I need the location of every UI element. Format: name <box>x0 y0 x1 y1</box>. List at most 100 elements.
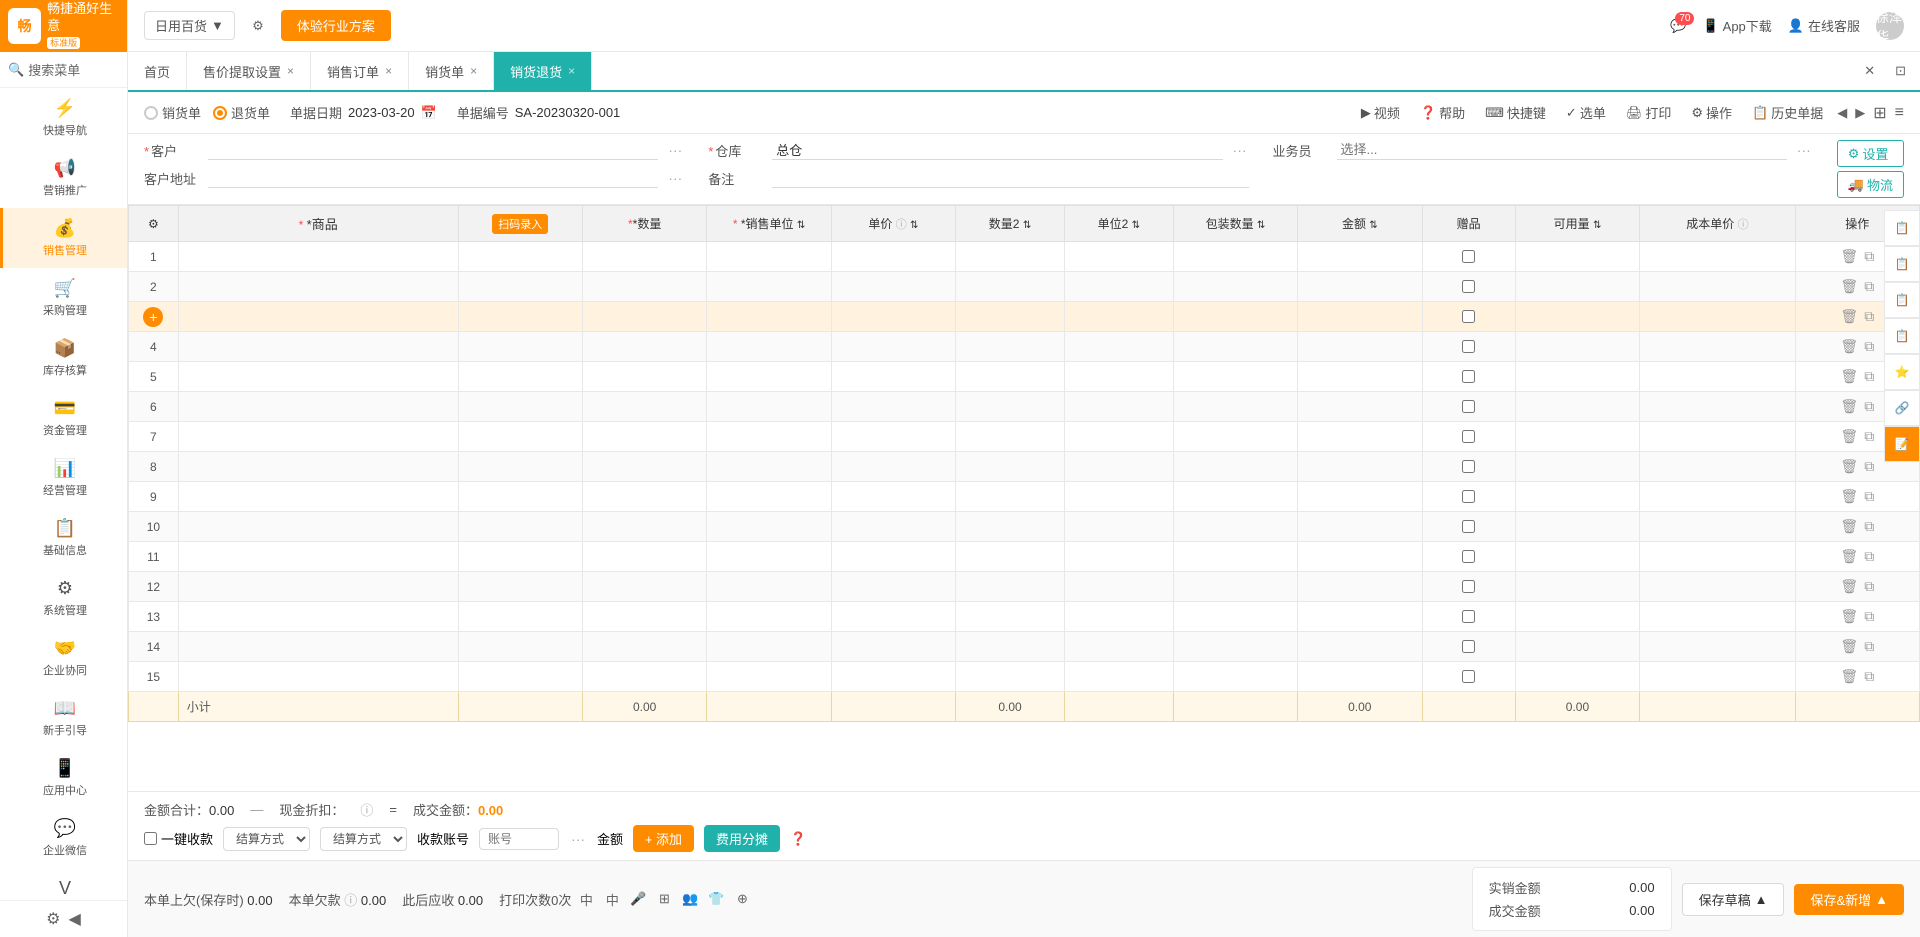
sidebar-item-app[interactable]: 📱 应用中心 <box>0 748 127 808</box>
copy-row-2[interactable]: ⧉ <box>1864 278 1874 295</box>
tab-return[interactable]: 销货退货 × <box>494 52 592 90</box>
calc-method-select[interactable]: 结算方式 <box>320 827 407 851</box>
sidebar-item-shortcut[interactable]: ⚡ 快捷导航 <box>0 88 127 148</box>
sidebar-item-sales[interactable]: 💰 销售管理 <box>0 208 127 268</box>
copy-icon[interactable]: ⧉ <box>1864 638 1874 655</box>
del-icon[interactable]: 🗑 <box>1840 668 1858 685</box>
qty-cell-2[interactable] <box>582 272 706 302</box>
next-record-btn[interactable]: ▶ <box>1855 105 1865 121</box>
sidebar-item-wechat[interactable]: 💬 企业微信 <box>0 808 127 868</box>
cost-cell-2[interactable] <box>1640 272 1795 302</box>
settings-icon[interactable]: ⚙ <box>46 909 60 929</box>
app-download-btn[interactable]: 📱 App下载 <box>1702 16 1771 35</box>
add-payment-btn[interactable]: + 添加 <box>633 825 694 852</box>
tab-sales-order[interactable]: 销售订单 × <box>311 52 409 90</box>
warehouse-select-btn[interactable]: ··· <box>1231 142 1249 158</box>
price-cell-2[interactable] <box>831 272 955 302</box>
discount-info[interactable]: ⓘ <box>360 800 373 819</box>
customer-select-btn[interactable]: ··· <box>666 142 684 158</box>
search-menu[interactable]: 🔍 搜索菜单 <box>0 52 127 88</box>
sidebar-item-promotion[interactable]: 📢 营销推广 <box>0 148 127 208</box>
copy-icon[interactable]: ⧉ <box>1864 338 1874 355</box>
bottom-icon-2[interactable]: 中 <box>601 888 623 910</box>
sidebar-item-operations[interactable]: 📊 经营管理 <box>0 448 127 508</box>
maximize-tab-btn[interactable]: ⊡ <box>1889 61 1912 81</box>
product-cell-1[interactable] <box>178 242 458 272</box>
copy-icon[interactable]: ⧉ <box>1864 368 1874 385</box>
gift-cb[interactable] <box>1462 370 1475 383</box>
copy-icon[interactable]: ⧉ <box>1864 458 1874 475</box>
single-debt-indicator[interactable]: ⓘ <box>344 893 357 908</box>
amount-cell-3[interactable] <box>1298 302 1422 332</box>
online-service-btn[interactable]: 👤 在线客服 <box>1788 16 1860 35</box>
del-icon[interactable]: 🗑 <box>1840 338 1858 355</box>
tab-price-extract-close[interactable]: × <box>287 64 294 78</box>
copy-row-1[interactable]: ⧉ <box>1864 248 1874 265</box>
print-btn[interactable]: 🖨 打印 <box>1620 100 1678 125</box>
qty2-cell-1[interactable] <box>956 242 1065 272</box>
tab-sales-order-close[interactable]: × <box>385 64 392 78</box>
pack-cell-1[interactable] <box>1173 242 1297 272</box>
shortcut-btn[interactable]: ⌨ 快捷键 <box>1479 100 1552 125</box>
calendar-icon[interactable]: 📅 <box>421 105 437 121</box>
expense-info-icon[interactable]: ❓ <box>790 831 806 847</box>
help-btn[interactable]: ❓ 帮助 <box>1414 100 1471 125</box>
pack-cell-3[interactable] <box>1173 302 1297 332</box>
prev-record-btn[interactable]: ◀ <box>1837 105 1847 121</box>
gift-cb[interactable] <box>1462 640 1475 653</box>
qty2-cell-2[interactable] <box>956 272 1065 302</box>
qty-cell-3[interactable] <box>582 302 706 332</box>
account-select-btn[interactable]: ··· <box>569 831 587 847</box>
set-btn[interactable]: ⚙ 设置 <box>1837 140 1904 167</box>
copy-icon[interactable]: ⧉ <box>1864 398 1874 415</box>
copy-icon[interactable]: ⧉ <box>1864 428 1874 445</box>
copy-row-3[interactable]: ⧉ <box>1864 308 1874 325</box>
avail-cell-1[interactable] <box>1515 242 1639 272</box>
tab-price-extract[interactable]: 售价提取设置 × <box>187 52 311 90</box>
save-draft-btn[interactable]: 保存草稿 ▲ <box>1682 883 1785 916</box>
del-icon[interactable]: 🗑 <box>1840 638 1858 655</box>
qty-cell-1[interactable] <box>582 242 706 272</box>
amount-cell-1[interactable] <box>1298 242 1422 272</box>
gift-cb[interactable] <box>1462 430 1475 443</box>
address-select-btn[interactable]: ··· <box>666 170 684 186</box>
del-icon[interactable]: 🗑 <box>1840 518 1858 535</box>
copy-icon[interactable]: ⧉ <box>1864 488 1874 505</box>
right-action-5[interactable]: ⭐ <box>1884 354 1920 390</box>
right-action-3[interactable]: 📋 <box>1884 282 1920 318</box>
user-profile-btn[interactable]: 徐泽华 <box>1876 12 1904 40</box>
gift-cb[interactable] <box>1462 610 1475 623</box>
cost-cell-1[interactable] <box>1640 242 1795 272</box>
staff-select-btn[interactable]: ··· <box>1795 142 1813 158</box>
sidebar-item-finance[interactable]: 💳 资金管理 <box>0 388 127 448</box>
trial-btn[interactable]: 体验行业方案 <box>281 10 391 41</box>
cost-cell-3[interactable] <box>1640 302 1795 332</box>
gift-checkbox-1[interactable] <box>1462 250 1475 263</box>
gift-checkbox-3[interactable] <box>1462 310 1475 323</box>
delete-row-1[interactable]: 🗑 <box>1840 248 1858 265</box>
bottom-icon-5[interactable]: 👥 <box>679 888 701 910</box>
collapse-icon[interactable]: ◀ <box>69 909 81 929</box>
video-btn[interactable]: ▶ 视频 <box>1355 100 1406 125</box>
unit-cell-3[interactable] <box>707 302 831 332</box>
unit2-cell-2[interactable] <box>1064 272 1173 302</box>
copy-icon[interactable]: ⧉ <box>1864 518 1874 535</box>
address-input[interactable] <box>208 168 658 188</box>
del-icon[interactable]: 🗑 <box>1840 428 1858 445</box>
category-dropdown[interactable]: 日用百货 ▼ <box>144 11 235 40</box>
qty2-cell-3[interactable] <box>956 302 1065 332</box>
sidebar-item-inventory[interactable]: 📦 库存核算 <box>0 328 127 388</box>
settle-method-select[interactable]: 结算方式 <box>223 827 310 851</box>
gift-checkbox-2[interactable] <box>1462 280 1475 293</box>
amount-cell-2[interactable] <box>1298 272 1422 302</box>
del-icon[interactable]: 🗑 <box>1840 368 1858 385</box>
del-icon[interactable]: 🗑 <box>1840 608 1858 625</box>
save-new-btn[interactable]: 保存&新增 ▲ <box>1794 884 1904 915</box>
sidebar-item-basic[interactable]: 📋 基础信息 <box>0 508 127 568</box>
del-icon[interactable]: 🗑 <box>1840 578 1858 595</box>
right-action-4[interactable]: 📋 <box>1884 318 1920 354</box>
radio-return[interactable]: 退货单 <box>213 103 270 122</box>
remark-input[interactable] <box>772 168 1248 188</box>
select-btn[interactable]: ✓ 选单 <box>1560 100 1612 125</box>
avail-cell-2[interactable] <box>1515 272 1639 302</box>
